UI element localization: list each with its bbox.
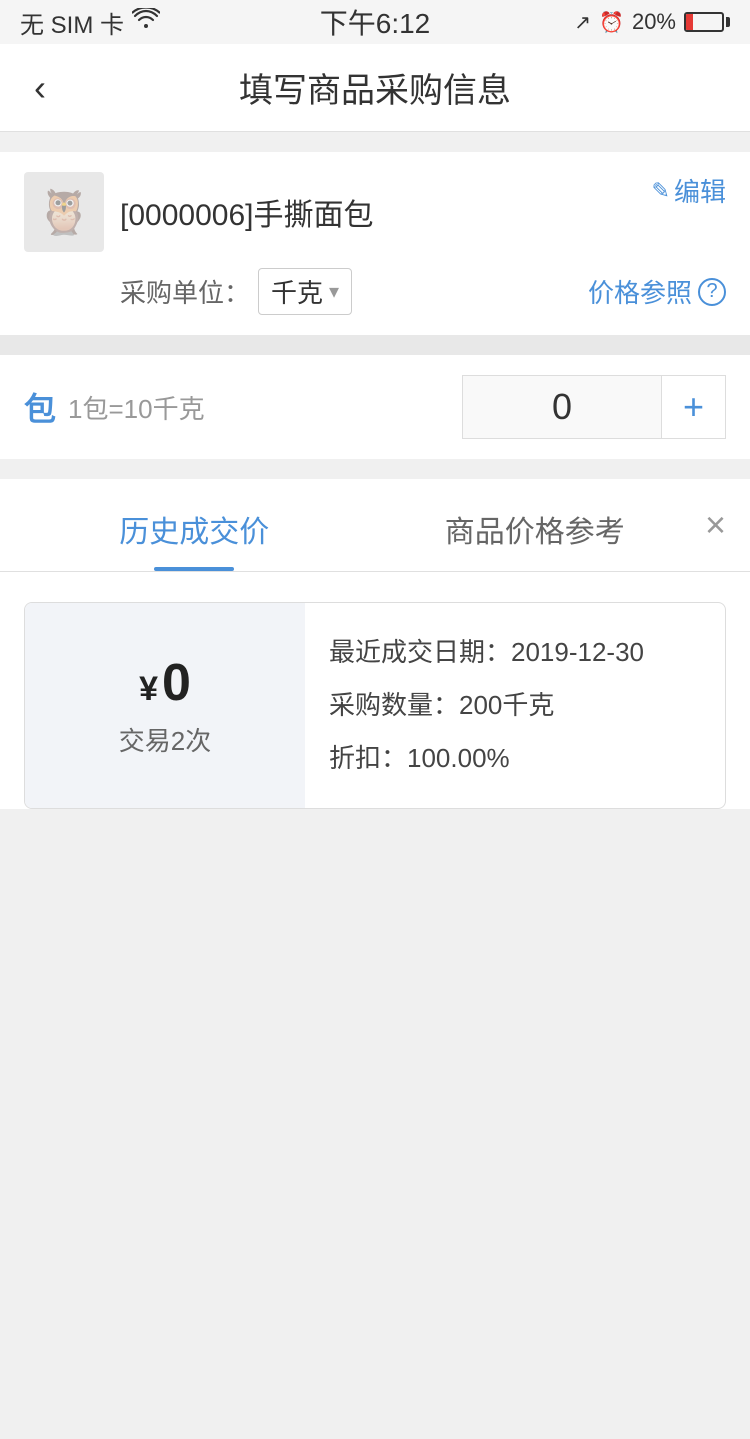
product-unit-row: 采购单位： 千克 ▾ 价格参照 ?	[120, 268, 726, 315]
status-time: 下午6:12	[320, 2, 431, 42]
price-ref-label: 价格参照	[588, 273, 692, 310]
trade-price-value: 0	[162, 653, 191, 713]
quantity-label: 包 1包=10千克	[24, 384, 205, 430]
trade-discount-row: 折扣：100.00%	[329, 739, 701, 778]
wifi-icon	[132, 8, 160, 37]
trade-qty-label: 采购数量：	[329, 690, 459, 720]
product-owl-icon: 🦉	[37, 186, 92, 238]
trade-date-label: 最近成交日期：	[329, 637, 511, 667]
trade-right-panel: 最近成交日期：2019-12-30 采购数量：200千克 折扣：100.00%	[305, 603, 725, 808]
tab-history-price[interactable]: 历史成交价	[24, 479, 364, 571]
price-ref-button[interactable]: 价格参照 ?	[588, 273, 726, 310]
tabs-header: 历史成交价 商品价格参考 ×	[0, 479, 750, 572]
unit-select[interactable]: 千克 ▾	[258, 268, 352, 315]
tabs-container: 历史成交价 商品价格参考 × ¥ 0 交易2次 最近成交日期：2019-12-3…	[0, 479, 750, 809]
unit-chevron-icon: ▾	[329, 279, 339, 304]
unit-value: 千克	[271, 273, 323, 310]
trade-date-value: 2019-12-30	[511, 637, 644, 667]
product-left: 🦉 [0000006]手撕面包	[24, 172, 373, 252]
product-name: [0000006]手撕面包	[120, 190, 373, 234]
tab-price-ref-label: 商品价格参考	[445, 516, 625, 549]
main-content	[0, 839, 750, 1439]
edit-button[interactable]: ✎ 编辑	[652, 172, 726, 209]
back-button[interactable]: ‹	[24, 57, 56, 119]
section-divider	[0, 335, 750, 355]
nav-bar: ‹ 填写商品采购信息	[0, 44, 750, 132]
bao-sub: 1包=10千克	[68, 389, 205, 426]
product-header: 🦉 [0000006]手撕面包 ✎ 编辑	[24, 172, 726, 252]
battery-indicator	[684, 12, 730, 32]
trade-date-row: 最近成交日期：2019-12-30	[329, 633, 701, 672]
status-right: ↗ ⏰ 20%	[574, 9, 730, 35]
unit-label: 采购单位： 千克 ▾	[120, 268, 352, 315]
edit-icon: ✎	[652, 178, 670, 204]
quantity-plus-button[interactable]: +	[662, 375, 726, 439]
page-title: 填写商品采购信息	[239, 63, 511, 112]
edit-label: 编辑	[674, 172, 726, 209]
tab-price-ref[interactable]: 商品价格参考	[364, 479, 704, 571]
tabs-close-button[interactable]: ×	[705, 484, 726, 566]
trade-left-panel: ¥ 0 交易2次	[25, 603, 305, 808]
quantity-input[interactable]	[462, 375, 662, 439]
carrier-text: 无 SIM 卡	[20, 5, 124, 40]
trade-qty-value: 200千克	[459, 690, 554, 720]
trade-yen-symbol: ¥	[139, 670, 158, 709]
trade-qty-row: 采购数量：200千克	[329, 686, 701, 725]
status-left: 无 SIM 卡	[20, 5, 160, 40]
status-bar: 无 SIM 卡 下午6:12 ↗ ⏰ 20%	[0, 0, 750, 44]
product-card: 🦉 [0000006]手撕面包 ✎ 编辑 采购单位： 千克 ▾ 价格参照 ?	[0, 152, 750, 335]
quantity-row: 包 1包=10千克 +	[0, 355, 750, 459]
bao-char: 包	[24, 384, 56, 430]
product-image: 🦉	[24, 172, 104, 252]
trade-count: 交易2次	[119, 721, 211, 758]
trade-price: ¥ 0	[139, 653, 191, 713]
alarm-icon: ⏰	[599, 10, 624, 35]
unit-text: 采购单位：	[120, 273, 250, 310]
tab-history-label: 历史成交价	[119, 516, 269, 549]
trade-card: ¥ 0 交易2次 最近成交日期：2019-12-30 采购数量：200千克 折扣…	[24, 602, 726, 809]
trade-discount-label: 折扣：	[329, 743, 407, 773]
trade-discount-value: 100.00%	[407, 743, 510, 773]
quantity-control: +	[462, 375, 726, 439]
price-ref-help-icon: ?	[698, 278, 726, 306]
battery-percent: 20%	[632, 9, 676, 35]
location-icon: ↗	[574, 10, 591, 35]
